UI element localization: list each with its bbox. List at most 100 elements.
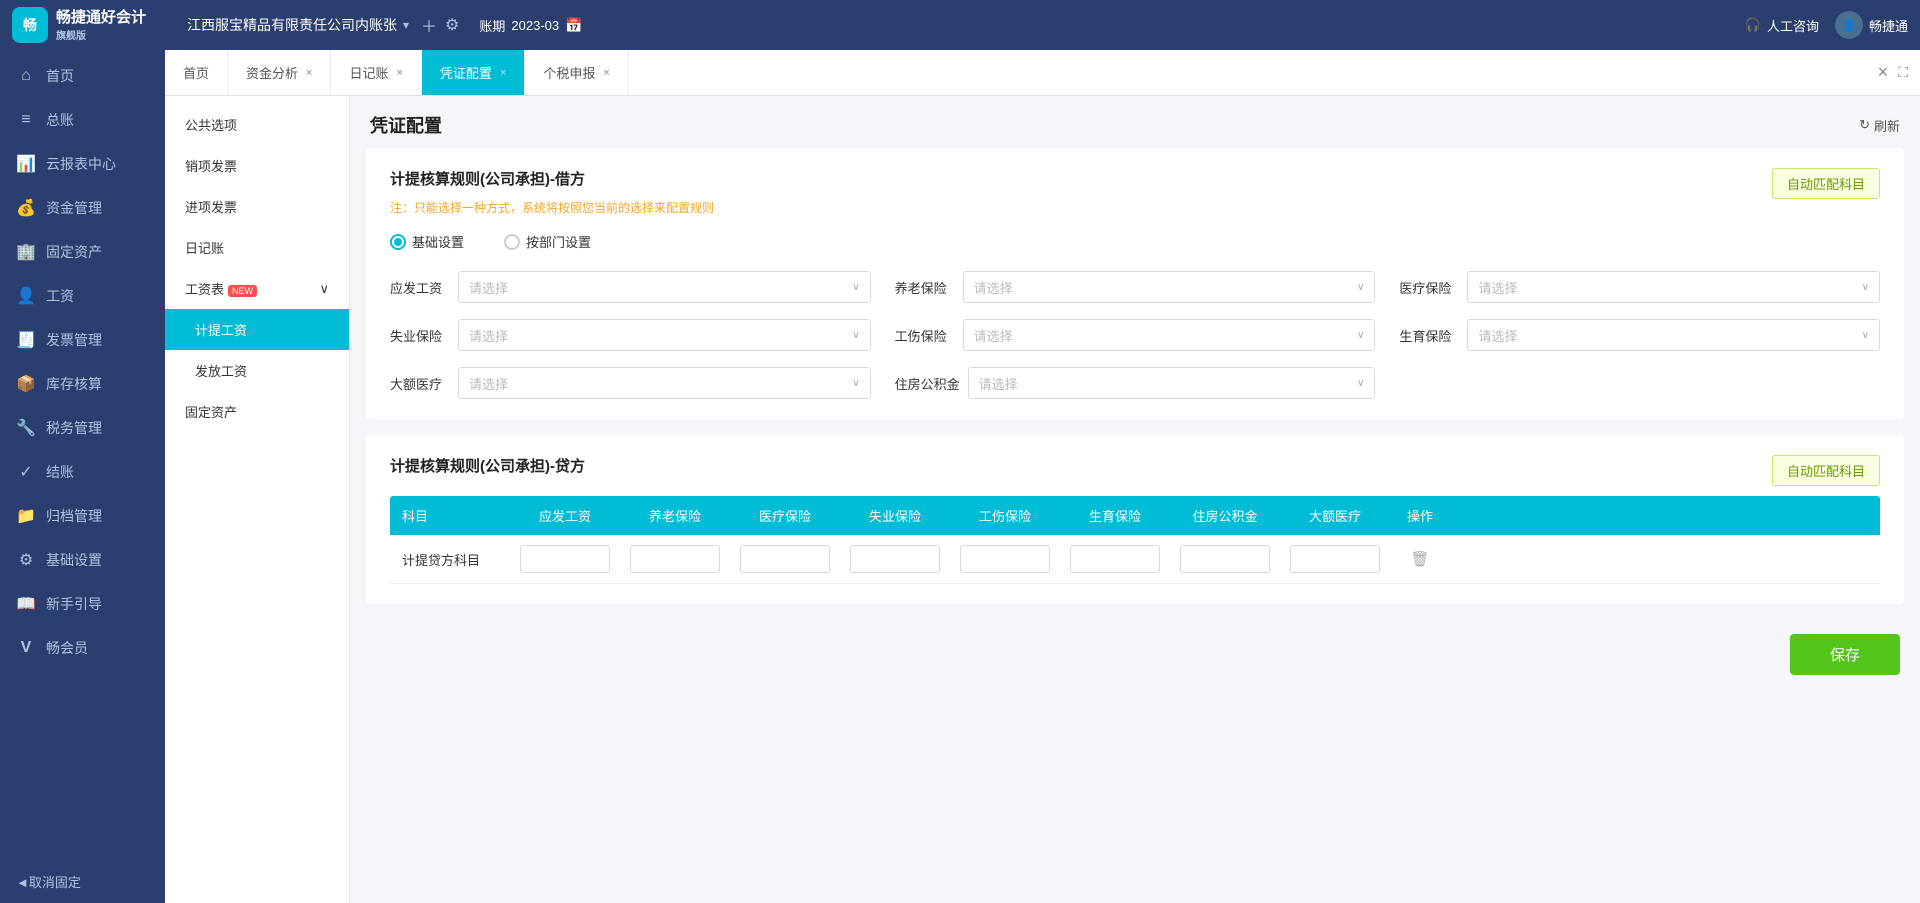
field-maternity: 生育保险 请选择 ∨ [1399,319,1880,351]
unpin-sidebar[interactable]: ◄取消固定 [0,860,165,903]
cell-workinjury-input[interactable] [950,535,1060,583]
user-profile[interactable]: 👤 畅捷通 [1835,11,1908,39]
cell-gross-input[interactable] [510,535,620,583]
menu-item-calc-payroll[interactable]: 计提工资 [165,309,349,350]
menu-item-public[interactable]: 公共选项 [165,104,349,145]
expand-tab-icon[interactable]: ⛶ [1898,64,1908,81]
cell-medical-input[interactable] [730,535,840,583]
sidebar-item-reports[interactable]: 📊 云报表中心 [0,142,165,186]
main-layout: ⌂ 首页 ≡ 总账 📊 云报表中心 💰 资金管理 🏢 固定资产 👤 工资 🧾 发… [0,50,1920,903]
radio-department[interactable]: 按部门设置 [504,232,591,251]
menu-item-journal[interactable]: 日记账 [165,227,349,268]
input-workinjury[interactable] [960,545,1050,573]
select-housing-fund[interactable]: 请选择 ∨ [968,367,1376,399]
auto-match-credit-button[interactable]: 自动匹配科目 [1772,455,1880,486]
auto-match-debit-button[interactable]: 自动匹配科目 [1772,168,1880,199]
top-bar-actions: 🎧 人工咨询 👤 畅捷通 [1745,11,1908,39]
add-tab-icon[interactable]: ＋ [421,13,437,37]
tab-journal-close[interactable]: × [396,67,402,79]
sidebar-item-home[interactable]: ⌂ 首页 [0,54,165,98]
menu-item-purchase-invoice[interactable]: 进项发票 [165,186,349,227]
input-housing[interactable] [1180,545,1270,573]
cell-major-medical-input[interactable] [1280,535,1390,583]
sidebar-item-funds[interactable]: 💰 资金管理 [0,186,165,230]
radio-group: 基础设置 按部门设置 [390,232,1880,251]
sidebar-item-vip[interactable]: V 畅会员 [0,626,165,670]
cell-unemployment-input[interactable] [840,535,950,583]
select-major-medical[interactable]: 请选择 ∨ [458,367,871,399]
col-gross: 应发工资 [510,496,620,535]
avatar: 👤 [1835,11,1863,39]
tab-funds-analysis[interactable]: 资金分析 × [228,50,331,95]
menu-item-pay-payroll[interactable]: 发放工资 [165,350,349,391]
sidebar-item-ledger[interactable]: ≡ 总账 [0,98,165,142]
tab-tax-return[interactable]: 个税申报 × [525,50,628,95]
sidebar-item-guide[interactable]: 📖 新手引导 [0,582,165,626]
save-button[interactable]: 保存 [1790,634,1900,675]
page-header: 凭证配置 ↻ 刷新 [350,96,1920,148]
refresh-button[interactable]: ↻ 刷新 [1859,116,1900,135]
menu-label-pay-payroll: 发放工资 [195,364,247,379]
select-pension[interactable]: 请选择 ∨ [963,271,1376,303]
table-header: 科目 应发工资 养老保险 医疗保险 失业保险 工伤保险 生育保险 住房公积金 大… [390,496,1880,535]
sidebar-item-invoice[interactable]: 🧾 发票管理 [0,318,165,362]
settings-icon[interactable]: ⚙ [445,15,459,35]
cell-maternity-input[interactable] [1060,535,1170,583]
tab-funds-close[interactable]: × [306,67,312,79]
calendar-icon[interactable]: 📅 [565,17,582,34]
closing-icon: ✓ [16,462,36,482]
menu-item-fixed-assets[interactable]: 固定资产 [165,391,349,432]
input-maternity[interactable] [1070,545,1160,573]
sidebar-item-tax[interactable]: 🔧 税务管理 [0,406,165,450]
select-gross-pay[interactable]: 请选择 ∨ [458,271,871,303]
field-housing-fund: 住房公积金 请选择 ∨ [895,367,1376,399]
sidebar-item-archive[interactable]: 📁 归档管理 [0,494,165,538]
sidebar-item-inventory[interactable]: 📦 库存核算 [0,362,165,406]
period-value: 2023-03 [511,18,559,33]
select-gross-pay-placeholder: 请选择 [469,278,508,297]
sidebar-item-settings[interactable]: ⚙ 基础设置 [0,538,165,582]
tab-tax-close[interactable]: × [603,67,609,79]
sidebar-item-closing[interactable]: ✓ 结账 [0,450,165,494]
sidebar-item-payroll[interactable]: 👤 工资 [0,274,165,318]
tab-journal[interactable]: 日记账 × [331,50,421,95]
tab-home[interactable]: 首页 [165,50,228,95]
select-maternity[interactable]: 请选择 ∨ [1467,319,1880,351]
radio-basic-circle [390,234,406,250]
input-pension[interactable] [630,545,720,573]
select-unemployment[interactable]: 请选择 ∨ [458,319,871,351]
input-major-medical[interactable] [1290,545,1380,573]
select-medical[interactable]: 请选择 ∨ [1467,271,1880,303]
cell-pension-input[interactable] [620,535,730,583]
select-unemployment-arrow: ∨ [852,330,859,341]
input-gross[interactable] [520,545,610,573]
select-workinjury[interactable]: 请选择 ∨ [963,319,1376,351]
tab-voucher-config[interactable]: 凭证配置 × [422,50,525,95]
ledger-icon: ≡ [16,111,36,129]
select-pension-arrow: ∨ [1357,282,1364,293]
menu-label-payroll-table: 工资表NEW [185,279,257,298]
cell-housing-input[interactable] [1170,535,1280,583]
sidebar-item-assets[interactable]: 🏢 固定资产 [0,230,165,274]
delete-row-icon[interactable]: 🗑 [1410,550,1429,568]
form-area: 凭证配置 ↻ 刷新 计提核算规则(公司承担)-借方 注：只能选择一种方式，系统将… [350,96,1920,903]
company-selector[interactable]: 江西服宝精品有限责任公司内账张 ▾ [187,15,409,35]
debit-note: 注：只能选择一种方式，系统将按照您当前的选择来配置规则 [390,199,1880,216]
tab-voucher-close[interactable]: × [500,67,506,79]
period-selector[interactable]: 账期 2023-03 📅 [479,16,582,35]
ai-consult[interactable]: 🎧 人工咨询 [1745,16,1819,35]
menu-item-payroll-table[interactable]: 工资表NEW ∨ [165,268,349,309]
input-medical[interactable] [740,545,830,573]
cell-delete[interactable]: 🗑 [1390,535,1450,583]
input-unemployment[interactable] [850,545,940,573]
menu-item-sales-invoice[interactable]: 销项发票 [165,145,349,186]
app-subtitle: 旗舰版 [56,27,146,42]
close-tab-icon[interactable]: × [1878,62,1889,83]
select-pension-placeholder: 请选择 [974,278,1013,297]
credit-row-label: 计提贷方科目 [402,550,480,569]
radio-basic[interactable]: 基础设置 [390,232,464,251]
cell-row-label: 计提贷方科目 [390,535,510,583]
sidebar-label-reports: 云报表中心 [46,154,116,174]
menu-label-sales-invoice: 销项发票 [185,159,237,174]
col-major-medical: 大额医疗 [1280,496,1390,535]
